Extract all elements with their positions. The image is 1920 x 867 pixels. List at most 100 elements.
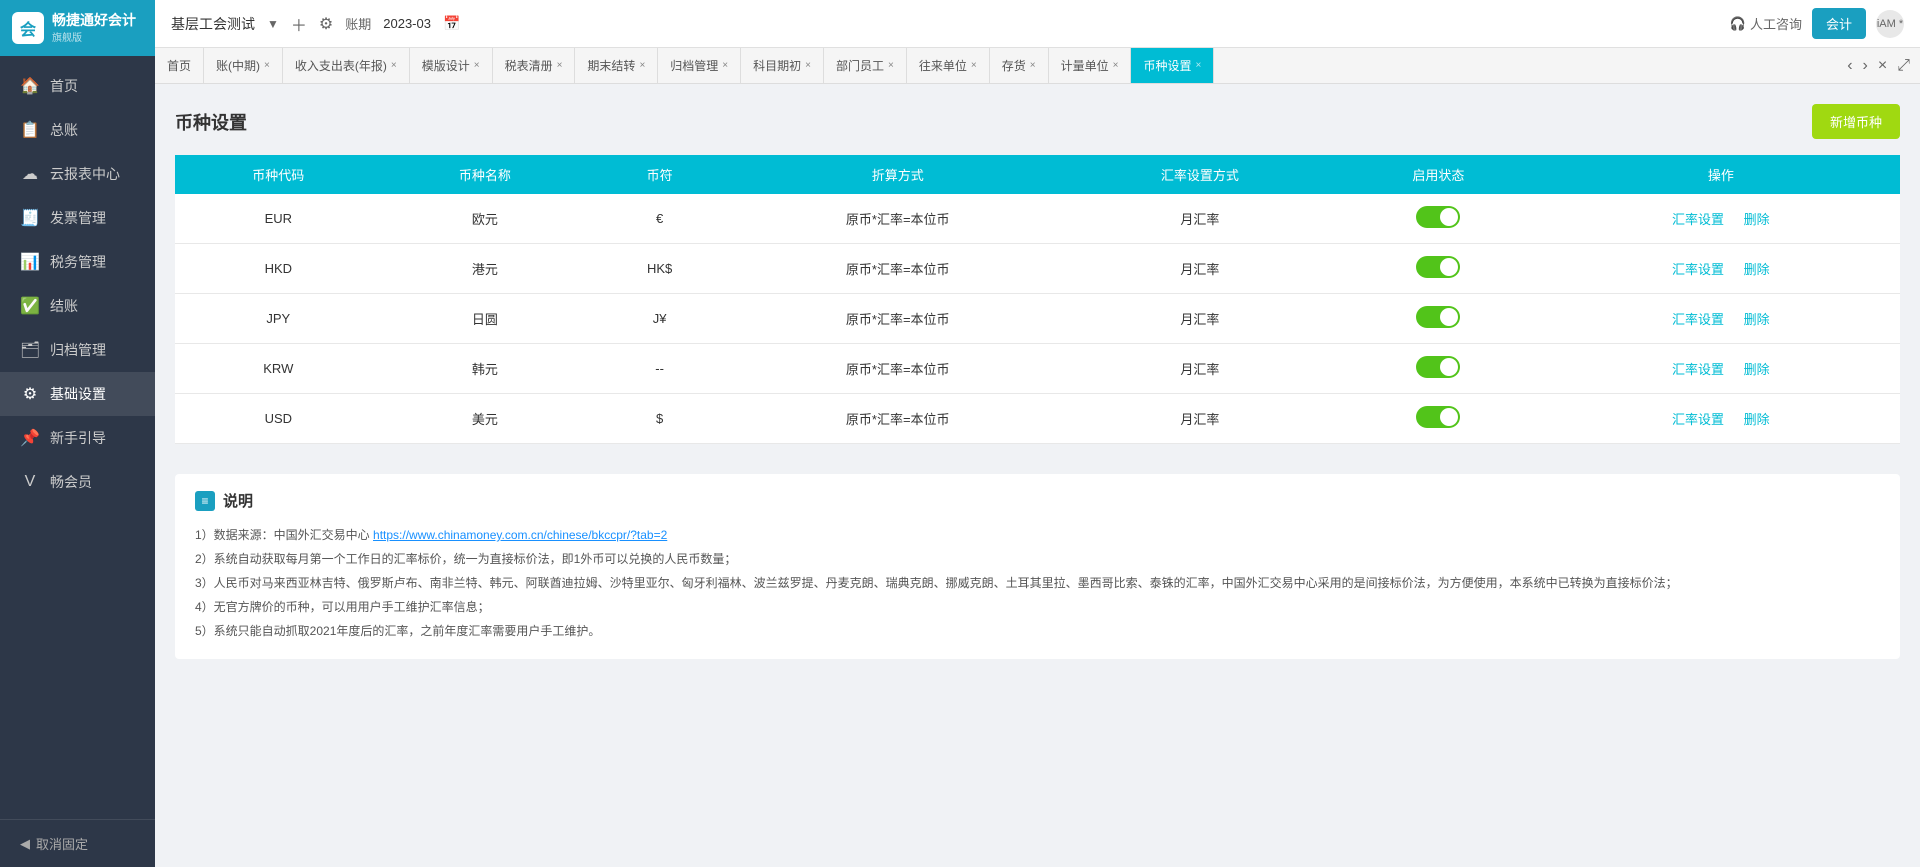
tab-unit-close[interactable]: × (1113, 60, 1119, 71)
note-item: 4）无官方牌价的币种，可以用用户手工维护汇率信息； (195, 595, 1880, 619)
tab-subject-close[interactable]: × (805, 60, 811, 71)
tab-period-end-label: 期末结转 (587, 57, 635, 74)
tab-unit[interactable]: 计量单位 × (1049, 48, 1132, 83)
avatar[interactable]: iAM * (1876, 10, 1904, 38)
delete-link-EUR[interactable]: 删除 (1744, 212, 1770, 227)
tab-prev-icon[interactable]: ‹ (1845, 55, 1854, 77)
logo-text-area: 畅捷通好会计 旗舰版 (52, 12, 136, 44)
tab-period[interactable]: 账(中期) × (204, 48, 283, 83)
delete-link-JPY[interactable]: 删除 (1744, 312, 1770, 327)
tab-customer[interactable]: 往来单位 × (907, 48, 990, 83)
tab-income-label: 收入支出表(年报) (295, 57, 387, 74)
cell-status (1335, 344, 1542, 394)
sidebar-item-member[interactable]: V 畅会员 (0, 460, 155, 504)
tab-income-close[interactable]: × (391, 60, 397, 71)
delete-link-HKD[interactable]: 删除 (1744, 262, 1770, 277)
col-rate-type: 汇率设置方式 (1065, 155, 1336, 194)
pin-toggle[interactable]: ◀ 取消固定 (0, 819, 155, 867)
sidebar-item-guide[interactable]: 📌 新手引导 (0, 416, 155, 460)
tab-expand-icon[interactable]: ⤢ (1895, 55, 1912, 77)
company-name: 基层工会测试 (171, 14, 255, 34)
rate-setting-link-USD[interactable]: 汇率设置 (1672, 412, 1724, 427)
notes-icon: ≡ (195, 491, 215, 511)
sidebar-label-basic: 基础设置 (50, 384, 106, 404)
note-item: 1）数据来源：中国外汇交易中心 https://www.chinamoney.c… (195, 523, 1880, 547)
tab-archive[interactable]: 归档管理 × (658, 48, 741, 83)
rate-setting-link-EUR[interactable]: 汇率设置 (1672, 212, 1724, 227)
toggle-USD[interactable] (1416, 406, 1460, 428)
guide-icon: 📌 (20, 428, 40, 448)
col-action: 操作 (1542, 155, 1900, 194)
cell-calc: 原币*汇率=本位币 (731, 294, 1065, 344)
tab-dept[interactable]: 部门员工 × (824, 48, 907, 83)
settings-icon[interactable]: ⚙ (319, 14, 333, 34)
cell-code: HKD (175, 244, 382, 294)
sidebar-item-home[interactable]: 🏠 首页 (0, 64, 155, 108)
sidebar-item-tax[interactable]: 📊 税务管理 (0, 240, 155, 284)
customer-service-btn[interactable]: 🎧 人工咨询 (1730, 14, 1802, 33)
top-bar-right: 🎧 人工咨询 会计 iAM * (1730, 8, 1904, 39)
cell-calc: 原币*汇率=本位币 (731, 344, 1065, 394)
cell-code: USD (175, 394, 382, 444)
notes-link[interactable]: https://www.chinamoney.com.cn/chinese/bk… (373, 528, 667, 542)
currency-table: 币种代码 币种名称 币符 折算方式 汇率设置方式 启用状态 操作 EUR 欧元 … (175, 155, 1900, 444)
sidebar-label-reports: 云报表中心 (50, 164, 120, 184)
tab-tax[interactable]: 税表清册 × (493, 48, 576, 83)
tab-income[interactable]: 收入支出表(年报) × (283, 48, 410, 83)
tab-subject[interactable]: 科目期初 × (741, 48, 824, 83)
tab-next-icon[interactable]: › (1861, 55, 1870, 77)
logo-subtitle: 旗舰版 (52, 29, 136, 44)
calendar-icon[interactable]: 📅 (443, 15, 460, 32)
rate-setting-link-KRW[interactable]: 汇率设置 (1672, 362, 1724, 377)
rate-setting-link-HKD[interactable]: 汇率设置 (1672, 262, 1724, 277)
tab-customer-close[interactable]: × (971, 60, 977, 71)
tab-period-end-close[interactable]: × (639, 60, 645, 71)
tax-icon: 📊 (20, 252, 40, 272)
cell-actions: 汇率设置 删除 (1542, 294, 1900, 344)
company-dropdown-icon[interactable]: ▼ (267, 17, 279, 31)
sidebar-label-ledger: 总账 (50, 120, 78, 140)
tab-inventory[interactable]: 存货 × (990, 48, 1049, 83)
sidebar-item-reports[interactable]: ☁ 云报表中心 (0, 152, 155, 196)
col-symbol: 币符 (588, 155, 731, 194)
sidebar-label-member: 畅会员 (50, 472, 92, 492)
cell-symbol: HK$ (588, 244, 731, 294)
tab-home[interactable]: 首页 (155, 48, 204, 83)
sidebar-item-archive[interactable]: 🗂 归档管理 (0, 328, 155, 372)
period-value: 2023-03 (383, 16, 431, 31)
settle-icon: ✅ (20, 296, 40, 316)
table-row: EUR 欧元 € 原币*汇率=本位币 月汇率 汇率设置 删除 (175, 194, 1900, 244)
tab-currency-close[interactable]: × (1195, 60, 1201, 71)
sidebar-item-settle[interactable]: ✅ 结账 (0, 284, 155, 328)
tab-close-all-icon[interactable]: × (1876, 55, 1889, 77)
rate-setting-link-JPY[interactable]: 汇率设置 (1672, 312, 1724, 327)
toggle-KRW[interactable] (1416, 356, 1460, 378)
new-currency-button[interactable]: 新增币种 (1812, 104, 1900, 139)
sidebar-item-basic[interactable]: ⚙ 基础设置 (0, 372, 155, 416)
sidebar-label-settle: 结账 (50, 296, 78, 316)
tab-template[interactable]: 模版设计 × (410, 48, 493, 83)
accounting-button[interactable]: 会计 (1812, 8, 1866, 39)
cell-name: 欧元 (382, 194, 589, 244)
tab-archive-close[interactable]: × (722, 60, 728, 71)
tab-period-end[interactable]: 期末结转 × (575, 48, 658, 83)
delete-link-KRW[interactable]: 删除 (1744, 362, 1770, 377)
tab-currency[interactable]: 币种设置 × (1131, 48, 1214, 83)
tab-tax-close[interactable]: × (557, 60, 563, 71)
delete-link-USD[interactable]: 删除 (1744, 412, 1770, 427)
add-company-icon[interactable]: ＋ (291, 12, 307, 36)
sidebar-item-ledger[interactable]: 📋 总账 (0, 108, 155, 152)
cell-symbol: -- (588, 344, 731, 394)
tab-inventory-close[interactable]: × (1030, 60, 1036, 71)
ledger-icon: 📋 (20, 120, 40, 140)
sidebar-nav: 🏠 首页 📋 总账 ☁ 云报表中心 🧾 发票管理 📊 税务管理 ✅ 结账 🗂 归… (0, 56, 155, 819)
notes-header: ≡ 说明 (195, 490, 1880, 511)
toggle-HKD[interactable] (1416, 256, 1460, 278)
tab-dept-close[interactable]: × (888, 60, 894, 71)
tab-template-close[interactable]: × (474, 60, 480, 71)
toggle-JPY[interactable] (1416, 306, 1460, 328)
sidebar-item-invoice[interactable]: 🧾 发票管理 (0, 196, 155, 240)
tab-period-close[interactable]: × (264, 60, 270, 71)
toggle-EUR[interactable] (1416, 206, 1460, 228)
cell-status (1335, 394, 1542, 444)
